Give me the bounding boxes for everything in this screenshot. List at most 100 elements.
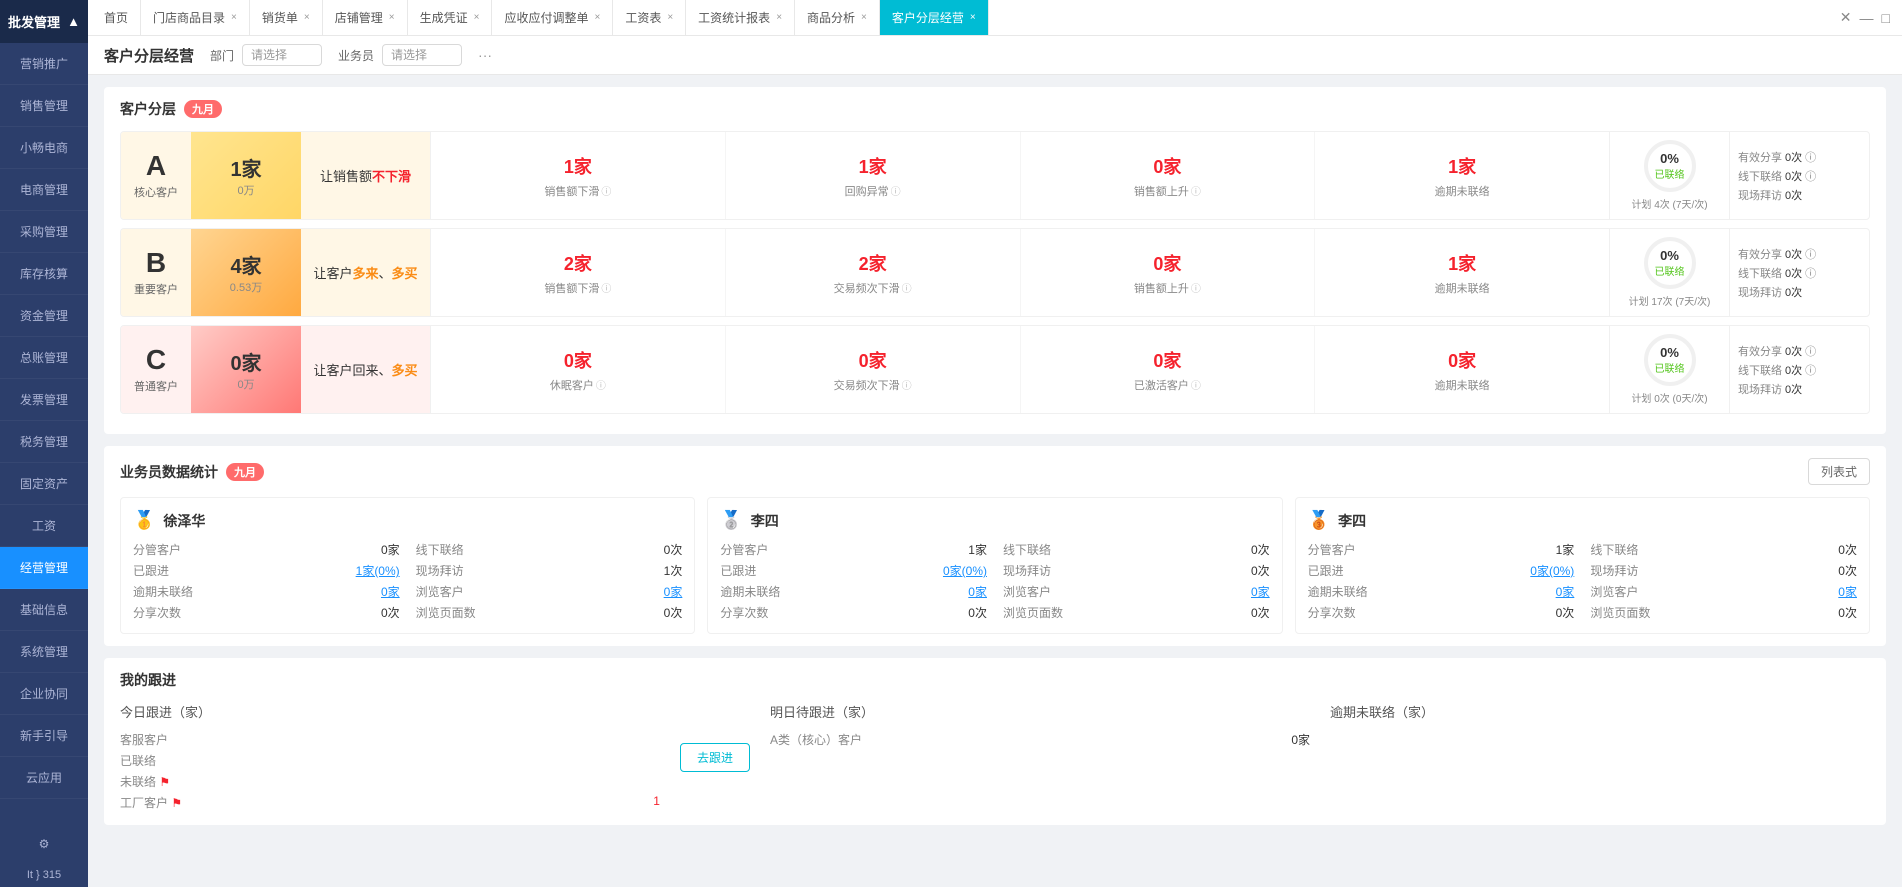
overdue-col-title: 逾期未联络（家） — [1330, 702, 1870, 721]
sidebar-item-营销推广[interactable]: 营销推广 — [0, 43, 88, 85]
sidebar-item-云应用[interactable]: 云应用 — [0, 757, 88, 799]
sidebar-item-采购管理[interactable]: 采购管理 — [0, 211, 88, 253]
sidebar-item-小畅电商[interactable]: 小畅电商 — [0, 127, 88, 169]
tier-a-stat-2[interactable]: 1家 回购异常 ⓘ — [726, 132, 1021, 219]
sidebar-item-总账管理[interactable]: 总账管理 — [0, 337, 88, 379]
sidebar-item-新手引导[interactable]: 新手引导 — [0, 715, 88, 757]
goto-followup-button[interactable]: 去跟进 — [680, 743, 750, 772]
settings-icon[interactable]: ⚙ — [0, 825, 88, 863]
tier-b-stat-1[interactable]: 2家 销售额下滑 ⓘ — [431, 229, 726, 316]
tab-close-icon[interactable]: × — [970, 12, 976, 23]
more-filters-icon[interactable]: ··· — [478, 47, 492, 63]
tab-bar: 首页门店商品目录×销货单×店铺管理×生成凭证×应收应付调整单×工资表×工资统计报… — [88, 0, 1902, 36]
tier-b-label: B 重要客户 — [121, 229, 191, 316]
tier-c-stat-3[interactable]: 0家 已激活客户 ⓘ — [1021, 326, 1316, 413]
tier-b-circle: 0% 已联络 计划 17次 (7天/次) — [1609, 229, 1729, 316]
tier-b-row: B 重要客户 4家 0.53万 让客户多来、多买 2家 销售额下滑 ⓘ 2 — [120, 228, 1870, 317]
tier-a-right-stats: 有效分享 0次 ⓘ 线下联络 0次 ⓘ 现场拜访 0次 — [1729, 132, 1869, 219]
main-area: 首页门店商品目录×销货单×店铺管理×生成凭证×应收应付调整单×工资表×工资统计报… — [88, 0, 1902, 887]
tier-c-stat-4[interactable]: 0家 逾期未联络 — [1315, 326, 1609, 413]
followup-section: 我的跟进 今日跟进（家） 客服客户 已联络 未联络 ⚑ 工厂客户 ⚑1 去跟进 … — [104, 658, 1886, 825]
sidebar-item-电商管理[interactable]: 电商管理 — [0, 169, 88, 211]
sidebar-item-企业协同[interactable]: 企业协同 — [0, 673, 88, 715]
salesperson-select[interactable]: 请选择 — [382, 44, 462, 66]
tab-门店商品目录[interactable]: 门店商品目录× — [141, 0, 250, 36]
sidebar-collapse-icon[interactable]: ▲ — [67, 14, 80, 29]
sp-stat-overdue[interactable]: 逾期未联络0家 — [133, 583, 400, 600]
tier-b-stat-4[interactable]: 1家 逾期未联络 — [1315, 229, 1609, 316]
sidebar-item-销售管理[interactable]: 销售管理 — [0, 85, 88, 127]
salesperson-header: 业务员数据统计 九月 列表式 — [120, 458, 1870, 485]
today-followup-col: 今日跟进（家） 客服客户 已联络 未联络 ⚑ 工厂客户 ⚑1 — [120, 702, 660, 813]
sidebar-item-基础信息[interactable]: 基础信息 — [0, 589, 88, 631]
tier-c-stat-2[interactable]: 0家 交易频次下滑 ⓘ — [726, 326, 1021, 413]
tab-close-icon[interactable]: × — [776, 12, 782, 23]
salesperson-section: 业务员数据统计 九月 列表式 🥇 徐泽华 分管客户0家 线下联络0次 已跟进1家… — [104, 446, 1886, 646]
maximize-icon[interactable]: □ — [1882, 10, 1890, 26]
sp-stat-followed[interactable]: 已跟进1家(0%) — [133, 562, 400, 579]
minimize-icon[interactable]: — — [1860, 10, 1874, 26]
sidebar-header[interactable]: 批发管理 ▲ — [0, 0, 88, 43]
tab-客户分层经营[interactable]: 客户分层经营× — [880, 0, 989, 36]
salesperson-card-2: 🥈 李四 分管客户1家 线下联络0次 已跟进0家(0%) 现场拜访0次 逾期未联… — [707, 497, 1282, 634]
tab-商品分析[interactable]: 商品分析× — [795, 0, 880, 36]
tab-店铺管理[interactable]: 店铺管理× — [323, 0, 408, 36]
sidebar-item-资金管理[interactable]: 资金管理 — [0, 295, 88, 337]
tab-close-icon[interactable]: × — [389, 12, 395, 23]
tab-close-icon[interactable]: × — [304, 12, 310, 23]
tier-b-suggestion: 让客户多来、多买 — [301, 229, 431, 316]
dept-select[interactable]: 请选择 — [242, 44, 322, 66]
salesperson-2-name: 李四 — [751, 511, 779, 531]
sidebar-item-工资[interactable]: 工资 — [0, 505, 88, 547]
tab-工资统计报表[interactable]: 工资统计报表× — [686, 0, 795, 36]
tab-close-icon[interactable]: × — [667, 12, 673, 23]
sidebar-item-库存核算[interactable]: 库存核算 — [0, 253, 88, 295]
sp-stat-share: 分享次数0次 — [133, 604, 400, 621]
tab-应收应付调整单[interactable]: 应收应付调整单× — [492, 0, 613, 36]
tier-c-stats: 0家 休眠客户 ⓘ 0家 交易频次下滑 ⓘ 0家 已激活客户 ⓘ 0家 逾期未联… — [431, 326, 1609, 413]
tab-生成凭证[interactable]: 生成凭证× — [408, 0, 493, 36]
sidebar-item-发票管理[interactable]: 发票管理 — [0, 379, 88, 421]
tier-c-stat-1[interactable]: 0家 休眠客户 ⓘ — [431, 326, 726, 413]
tier-b-stat-2[interactable]: 2家 交易频次下滑 ⓘ — [726, 229, 1021, 316]
tier-b-stat-3[interactable]: 0家 销售额上升 ⓘ — [1021, 229, 1316, 316]
medal-silver-icon: 🥈 — [720, 510, 742, 531]
tier-a-stat-3[interactable]: 0家 销售额上升 ⓘ — [1021, 132, 1316, 219]
tier-a-stat-1[interactable]: 1家 销售额下滑 ⓘ — [431, 132, 726, 219]
tab-工资表[interactable]: 工资表× — [613, 0, 686, 36]
list-view-button[interactable]: 列表式 — [1808, 458, 1870, 485]
customer-tiers-section: 客户分层 九月 A 核心客户 1家 0万 让销售额不下滑 1家 — [104, 87, 1886, 434]
sp-stat-browse-cust[interactable]: 浏览客户0家 — [416, 583, 683, 600]
sidebar-item-固定资产[interactable]: 固定资产 — [0, 463, 88, 505]
tab-close-icon[interactable]: × — [231, 12, 237, 23]
tab-销货单[interactable]: 销货单× — [250, 0, 323, 36]
tier-a-suggestion: 让销售额不下滑 — [301, 132, 431, 219]
close-window-icon[interactable]: ✕ — [1840, 9, 1852, 26]
sidebar-item-经营管理[interactable]: 经营管理 — [0, 547, 88, 589]
content-header: 客户分层经营 部门 请选择 业务员 请选择 ··· — [88, 36, 1902, 75]
followup-title: 我的跟进 — [120, 670, 1870, 690]
tab-close-icon[interactable]: × — [474, 12, 480, 23]
tier-c-circle: 0% 已联络 计划 0次 (0天/次) — [1609, 326, 1729, 413]
medal-bronze-icon: 🥉 — [1308, 510, 1330, 531]
tab-close-icon[interactable]: × — [594, 12, 600, 23]
customer-tiers-title: 客户分层 九月 — [120, 99, 1870, 119]
tab-close-icon[interactable]: × — [861, 12, 867, 23]
salesperson-filter-group: 业务员 请选择 — [338, 44, 462, 66]
tier-c-suggestion: 让客户回来、多买 — [301, 326, 431, 413]
tier-a-stat-4[interactable]: 1家 逾期未联络 — [1315, 132, 1609, 219]
tier-c-label: C 普通客户 — [121, 326, 191, 413]
tab-首页[interactable]: 首页 — [92, 0, 141, 36]
sidebar: 批发管理 ▲ 营销推广销售管理小畅电商电商管理采购管理库存核算资金管理总账管理发… — [0, 0, 88, 887]
month-badge: 九月 — [184, 100, 222, 118]
salesperson-month-badge: 九月 — [226, 463, 264, 481]
sidebar-item-系统管理[interactable]: 系统管理 — [0, 631, 88, 673]
tier-a-circle: 0% 已联络 计划 4次 (7天/次) — [1609, 132, 1729, 219]
sp-stat-visit: 现场拜访1次 — [416, 562, 683, 579]
overdue-followup-col: 逾期未联络（家） — [1330, 702, 1870, 813]
tomorrow-followup-col: 明日待跟进（家） A类（核心）客户0家 — [770, 702, 1310, 813]
sidebar-item-税务管理[interactable]: 税务管理 — [0, 421, 88, 463]
salesperson-card-1: 🥇 徐泽华 分管客户0家 线下联络0次 已跟进1家(0%) 现场拜访1次 逾期未… — [120, 497, 695, 634]
tab-bar-actions: ✕ — □ — [1840, 9, 1898, 26]
sp-stat-offline: 线下联络0次 — [416, 541, 683, 558]
